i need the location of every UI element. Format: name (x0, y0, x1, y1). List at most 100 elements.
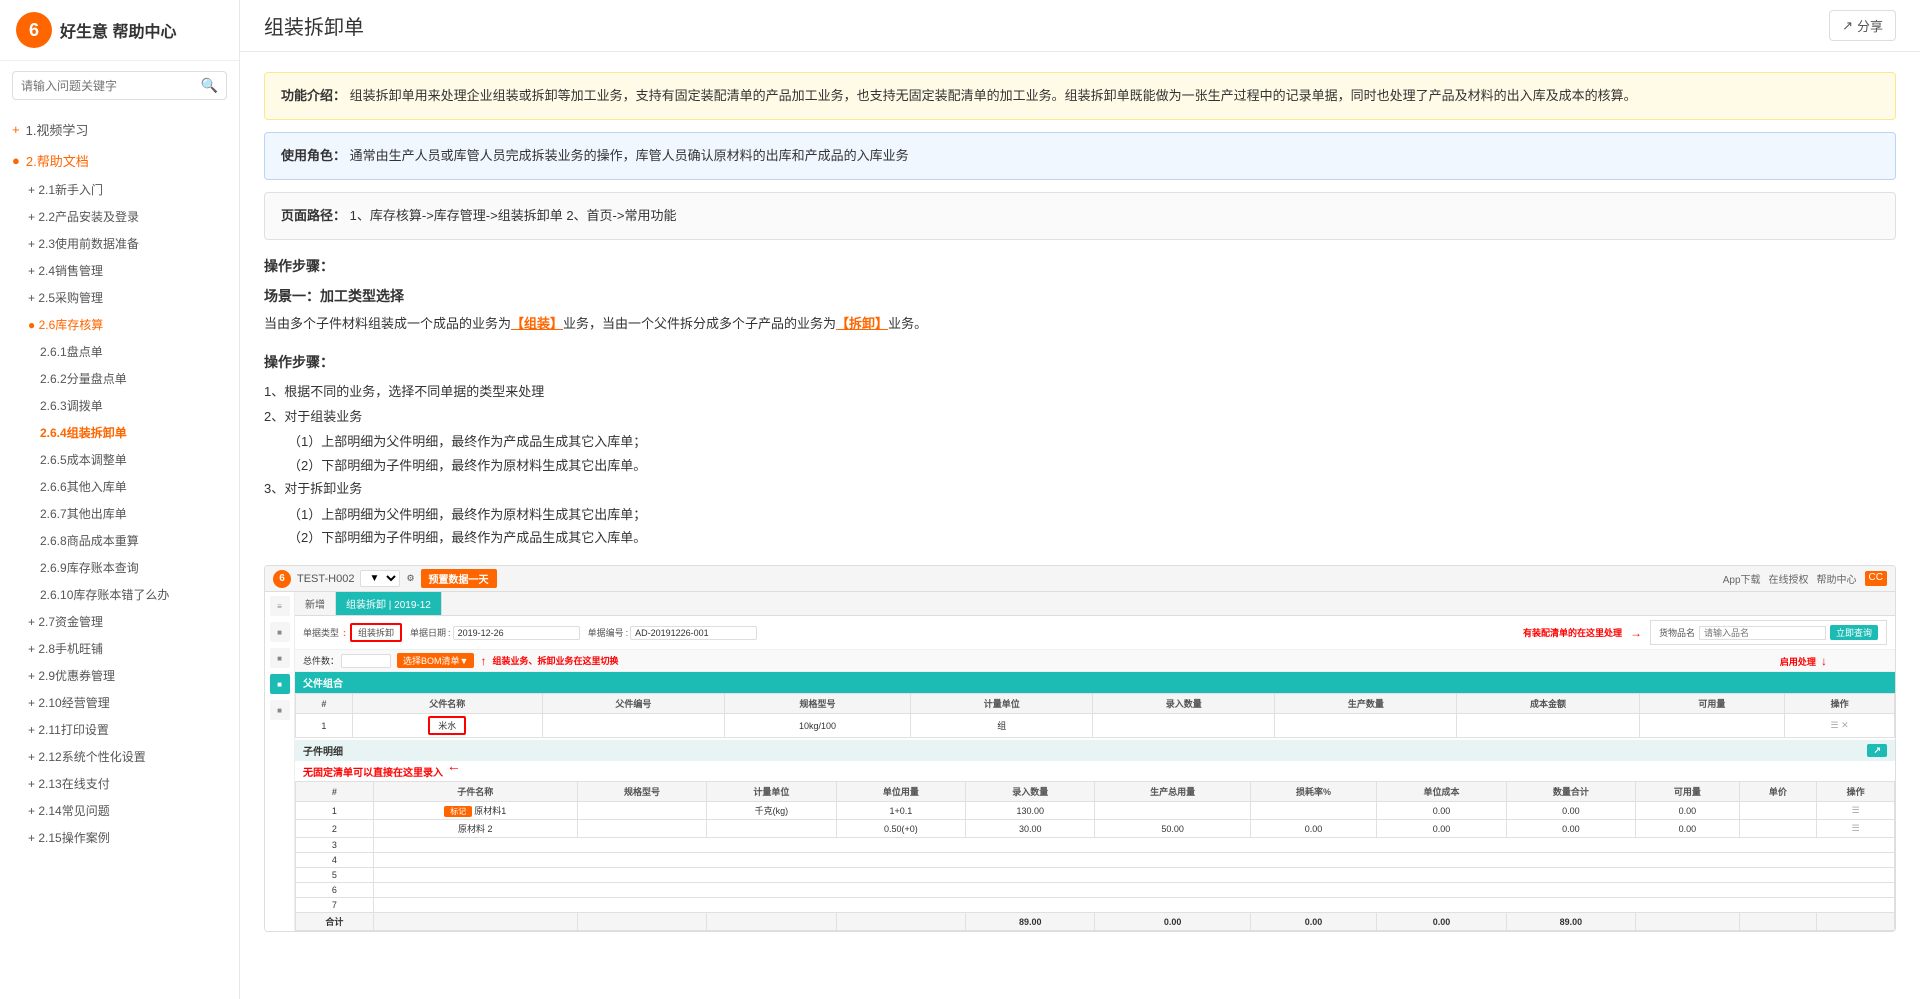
mock-parent-row-1: 1 米水 10kg/100 组 (296, 714, 1895, 738)
mock-child-row-1: 1 标记原材料1 千克(kg) 1+0.1 130.00 0.00 (296, 802, 1895, 820)
sidebar-item-2[interactable]: ● 2.帮助文档 (0, 145, 239, 176)
path-block: 页面路径： 1、库存核算->库存管理->组装拆卸单 2、首页->常用功能 (264, 192, 1896, 240)
sidebar-item-2-1[interactable]: + 2.1新手入门 (0, 176, 239, 203)
sidebar-item-2-6-1[interactable]: 2.6.1盘点单 (0, 338, 239, 365)
mock-annotation-area: 有装配清单的在这里处理 → 货物品名 立即查询 (765, 620, 1887, 645)
sidebar-item-2-6[interactable]: ● 2.6库存核算 (0, 311, 239, 338)
anno-right-text: 启用处理 (1780, 657, 1816, 667)
search-input[interactable] (21, 79, 201, 93)
func-intro-block: 功能介绍： 组装拆卸单用来处理企业组装或拆卸等加工业务，支持有固定装配清单的产品… (264, 72, 1896, 120)
expand-icon-2-9: + (28, 669, 35, 683)
anno-mid-text: 组装业务、拆卸业务在这里切换 (492, 654, 618, 667)
sidebar-item-2-8[interactable]: + 2.8手机旺铺 (0, 635, 239, 662)
ops-steps-sub-title: 操作步骤： (264, 352, 1896, 372)
sidebar-item-2-12[interactable]: + 2.12系统个性化设置 (0, 743, 239, 770)
mock-count-field: 总件数： (303, 654, 391, 668)
mock-choose-bom-btn[interactable]: 选择BOM清单▼ (397, 653, 474, 668)
path-label: 页面路径： (281, 208, 346, 223)
sidebar-header: 6 好生意 帮助中心 (0, 0, 239, 61)
mock-row-del[interactable]: ✕ (1841, 720, 1849, 730)
mock-popup-input[interactable] (1699, 626, 1826, 640)
steps-list: 1、根据不同的业务，选择不同单据的类型来处理 2、对于组装业务 （1）上部明细为… (264, 380, 1896, 550)
step3-sub1: （1）上部明细为父件明细，最终作为原材料生成其它出库单； (264, 503, 1896, 526)
mock-topbar-orange-btn[interactable]: 预置数据一天 (421, 569, 497, 588)
sidebar-item-2-10[interactable]: + 2.10经营管理 (0, 689, 239, 716)
mock-col-num: # (296, 694, 353, 714)
mock-auth: 在线授权 (1769, 571, 1809, 586)
mock-tab-current[interactable]: 组装拆卸 | 2019-12 (336, 592, 442, 615)
sidebar-item-2-14[interactable]: + 2.14常见问题 (0, 797, 239, 824)
page-title: 组装拆卸单 (264, 11, 364, 40)
sidebar-item-2-4[interactable]: + 2.4销售管理 (0, 257, 239, 284)
sidebar-item-2-6-7[interactable]: 2.6.7其他出库单 (0, 500, 239, 527)
sidebar-item-2-13[interactable]: + 2.13在线支付 (0, 770, 239, 797)
mock-child-col-qty-total: 生产总用量 (1095, 782, 1250, 802)
sidebar-item-2-6-10[interactable]: 2.6.10库存账本错了么办 (0, 581, 239, 608)
mock-col-qty-prod: 生产数量 (1275, 694, 1457, 714)
mock-bom-row: 总件数： 选择BOM清单▼ ↑ 组装业务、拆卸业务在这里切换 启用处理 ↓ (295, 650, 1895, 672)
mock-type-label: 单据类型 (303, 626, 339, 639)
sidebar-item-2-15[interactable]: + 2.15操作案例 (0, 824, 239, 851)
screenshot-container: 6 TEST-H002 ▼ ⚙ 预置数据一天 App下载 在线授权 帮助中心 C… (264, 565, 1896, 932)
sidebar-item-2-9[interactable]: + 2.9优惠券管理 (0, 662, 239, 689)
anno-bottom-text: 无固定清单可以直接在这里录入 (303, 764, 443, 779)
mock-row-action[interactable]: ☰ (1831, 720, 1839, 730)
mock-screenshot: 6 TEST-H002 ▼ ⚙ 预置数据一天 App下载 在线授权 帮助中心 C… (265, 566, 1895, 931)
mock-nav-icon-3[interactable]: ■ (270, 648, 290, 668)
mock-nav-icon-2[interactable]: ■ (270, 622, 290, 642)
mock-child-row-4: 4 (296, 853, 1895, 868)
mock-nav-icon-5[interactable]: ■ (270, 700, 290, 720)
sidebar-item-2-6-2[interactable]: 2.6.2分量盘点单 (0, 365, 239, 392)
mock-child-row-7: 7 (296, 898, 1895, 913)
nav-tree: + 1.视频学习 ● 2.帮助文档 + 2.1新手入门 + 2.2产品安装及登录… (0, 110, 239, 999)
sidebar-item-2-7[interactable]: + 2.7资金管理 (0, 608, 239, 635)
ops-steps-title: 操作步骤： (264, 256, 1896, 276)
role-block: 使用角色： 通常由生产人员或库管人员完成拆装业务的操作，库管人员确认原材料的出库… (264, 132, 1896, 180)
mock-popup-btn[interactable]: 立即查询 (1830, 625, 1878, 640)
sidebar: 6 好生意 帮助中心 🔍 + 1.视频学习 ● 2.帮助文档 + 2.1新手入门… (0, 0, 240, 999)
mock-col-cost: 成本金额 (1457, 694, 1639, 714)
mock-no-input[interactable] (630, 626, 757, 640)
mock-child-col-qty-in: 录入数量 (966, 782, 1095, 802)
sidebar-item-2-3[interactable]: + 2.3使用前数据准备 (0, 230, 239, 257)
mock-expand-icon-top-right[interactable]: ↗ (1867, 744, 1887, 757)
mock-child-col-spec: 规格型号 (577, 782, 706, 802)
mock-date-input[interactable] (453, 626, 580, 640)
sidebar-item-2-6-6[interactable]: 2.6.6其他入库单 (0, 473, 239, 500)
mock-parent-name-cell[interactable]: 米水 (428, 716, 466, 735)
mock-tab-new[interactable]: 新增 (295, 592, 336, 615)
mock-child-1-tag: 标记 (444, 806, 472, 817)
sidebar-item-2-6-4[interactable]: 2.6.4组装拆卸单 (0, 419, 239, 446)
mock-child-col-num: # (296, 782, 374, 802)
sidebar-item-2-11[interactable]: + 2.11打印设置 (0, 716, 239, 743)
sidebar-item-2-5[interactable]: + 2.5采购管理 (0, 284, 239, 311)
search-icon[interactable]: 🔍 (201, 77, 218, 94)
sidebar-item-2-6-9[interactable]: 2.6.9库存账本查询 (0, 554, 239, 581)
mock-count-input[interactable] (341, 654, 391, 668)
mock-nav-icon-1[interactable]: ≡ (270, 596, 290, 616)
sidebar-item-2-6-5[interactable]: 2.6.5成本调整单 (0, 446, 239, 473)
sidebar-item-2-6-3[interactable]: 2.6.3调拨单 (0, 392, 239, 419)
mock-child-2-action[interactable]: ☰ (1852, 823, 1860, 833)
mock-topbar: 6 TEST-H002 ▼ ⚙ 预置数据一天 App下载 在线授权 帮助中心 C… (265, 566, 1895, 592)
mock-topbar-select[interactable]: ▼ (360, 570, 400, 587)
mock-col-avail: 可用量 (1639, 694, 1785, 714)
mock-field-date: 单据日期: (410, 626, 580, 640)
mock-type-value[interactable]: 组装拆卸 (350, 623, 402, 642)
role-label: 使用角色： (281, 148, 346, 163)
sidebar-item-2-2[interactable]: + 2.2产品安装及登录 (0, 203, 239, 230)
mock-nav-icon-4[interactable]: ■ (270, 674, 290, 694)
sidebar-item-1[interactable]: + 1.视频学习 (0, 114, 239, 145)
mock-bottom-anno: 无固定清单可以直接在这里录入 → (295, 761, 1895, 781)
mock-col-parent-name: 父件名称 (352, 694, 542, 714)
sidebar-item-2-6-8[interactable]: 2.6.8商品成本重算 (0, 527, 239, 554)
expand-icon-2-12: + (28, 750, 35, 764)
mock-child-col-unit-cost: 单位成本 (1377, 782, 1506, 802)
mock-body: ≡ ■ ■ ■ ■ 新增 组装拆卸 | 2019-12 (265, 592, 1895, 931)
share-button[interactable]: ↗ 分享 (1829, 10, 1896, 41)
anno-right-arrow: ↓ (1821, 654, 1827, 668)
scenario1-title: 场景一：加工类型选择 (264, 286, 1896, 306)
search-box[interactable]: 🔍 (12, 71, 227, 100)
role-text: 通常由生产人员或库管人员完成拆装业务的操作，库管人员确认原材料的出库和产成品的入… (350, 148, 909, 163)
mock-child-1-action[interactable]: ☰ (1852, 805, 1860, 815)
